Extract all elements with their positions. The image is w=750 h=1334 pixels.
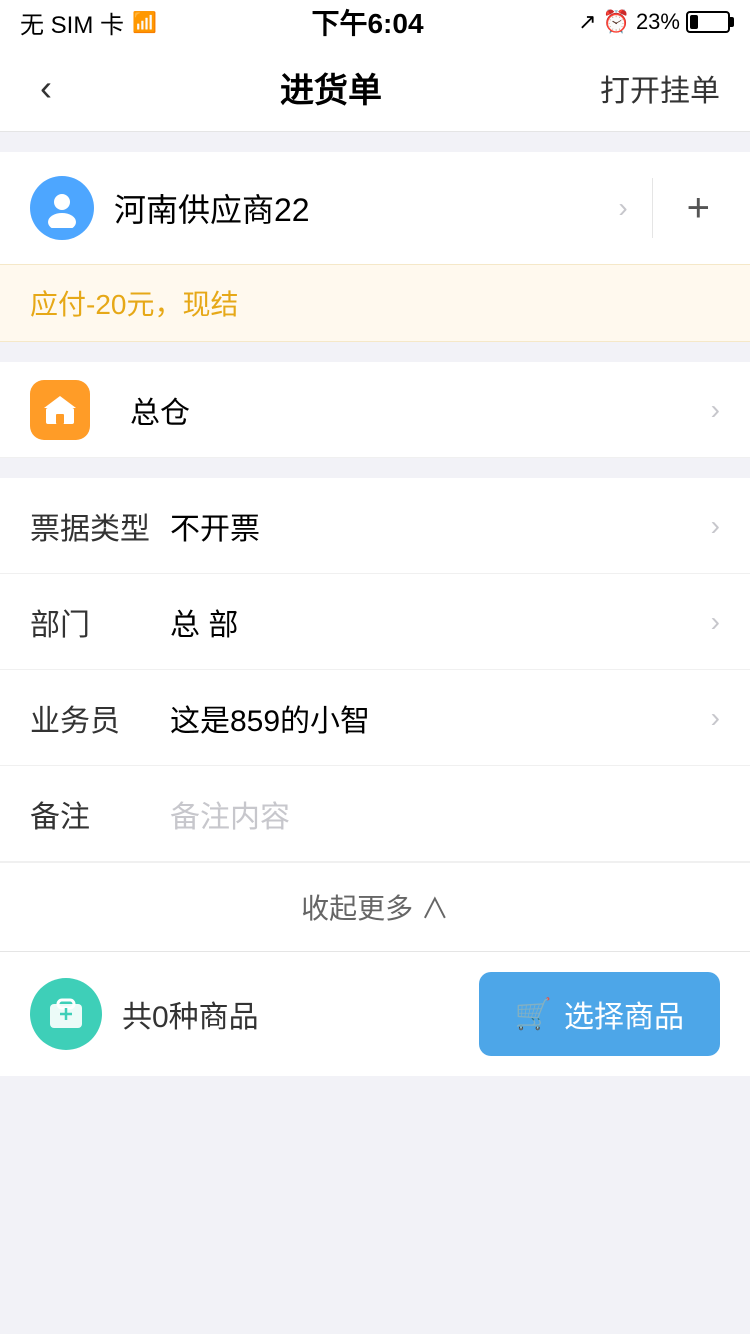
- remark-value[interactable]: 备注内容: [170, 792, 720, 836]
- fields-divider: [0, 458, 750, 478]
- invoice-type-chevron-icon: ›: [711, 510, 720, 542]
- status-bar: 无 SIM 卡 📶 下午6:04 ↗ ⏰ 23%: [0, 0, 750, 44]
- supplier-name: 河南供应商22: [114, 185, 618, 231]
- supplier-section: 河南供应商22 › + 应付-20元，现结: [0, 152, 750, 342]
- wifi-icon: 📶: [132, 10, 157, 35]
- salesperson-label: 业务员: [30, 696, 150, 740]
- page-title: 进货单: [280, 63, 382, 112]
- warehouse-divider: [0, 342, 750, 362]
- select-goods-icon: 🛒: [515, 997, 552, 1032]
- page-content: 河南供应商22 › + 应付-20元，现结 总仓 ›: [0, 132, 750, 1334]
- supplier-chevron-icon: ›: [618, 192, 627, 224]
- department-row[interactable]: 部门 总 部 ›: [0, 574, 750, 670]
- goods-count: 共0种商品: [122, 992, 459, 1036]
- salesperson-row[interactable]: 业务员 这是859的小智 ›: [0, 670, 750, 766]
- add-supplier-button[interactable]: +: [677, 182, 720, 235]
- carrier-label: 无 SIM 卡: [20, 5, 124, 40]
- warehouse-label: 总仓: [130, 388, 701, 432]
- battery-fill: [690, 15, 698, 29]
- remark-label: 备注: [30, 792, 150, 836]
- department-chevron-icon: ›: [711, 606, 720, 638]
- add-divider: [652, 178, 653, 238]
- supplier-avatar: [30, 176, 94, 240]
- collapse-label: 收起更多 ∧: [301, 887, 449, 927]
- nav-bar: ‹ 进货单 打开挂单: [0, 44, 750, 132]
- select-goods-button[interactable]: 🛒 选择商品: [479, 972, 720, 1056]
- open-pending-button[interactable]: 打开挂单: [600, 66, 720, 110]
- status-left: 无 SIM 卡 📶: [20, 5, 157, 40]
- alarm-icon: ⏰: [603, 9, 630, 35]
- warehouse-chevron-icon: ›: [711, 394, 720, 426]
- invoice-type-value: 不开票: [170, 504, 701, 548]
- bottom-bar: 共0种商品 🛒 选择商品: [0, 951, 750, 1076]
- battery-bar: [686, 11, 730, 33]
- goods-icon-wrap: [30, 978, 102, 1050]
- warehouse-row[interactable]: 总仓 ›: [0, 362, 750, 458]
- status-time: 下午6:04: [311, 2, 423, 42]
- location-icon: ↗: [578, 9, 596, 35]
- select-goods-label: 选择商品: [564, 992, 684, 1036]
- invoice-type-row[interactable]: 票据类型 不开票 ›: [0, 478, 750, 574]
- notice-text: 应付-20元，现结: [30, 289, 238, 320]
- remark-row[interactable]: 备注 备注内容: [0, 766, 750, 862]
- back-button[interactable]: ‹: [30, 57, 62, 119]
- status-right: ↗ ⏰ 23%: [578, 9, 730, 35]
- salesperson-value: 这是859的小智: [170, 696, 701, 740]
- supplier-actions: › +: [618, 178, 720, 238]
- battery-text: 23%: [636, 9, 680, 35]
- salesperson-chevron-icon: ›: [711, 702, 720, 734]
- department-value: 总 部: [170, 600, 701, 644]
- invoice-type-label: 票据类型: [30, 504, 150, 548]
- collapse-row[interactable]: 收起更多 ∧: [0, 862, 750, 951]
- warehouse-icon-wrap: [30, 380, 90, 440]
- top-divider: [0, 132, 750, 152]
- department-label: 部门: [30, 600, 150, 644]
- notice-bar: 应付-20元，现结: [0, 264, 750, 342]
- fields-section: 票据类型 不开票 › 部门 总 部 › 业务员 这是859的小智 › 备注 备注…: [0, 478, 750, 951]
- supplier-row[interactable]: 河南供应商22 › +: [0, 152, 750, 264]
